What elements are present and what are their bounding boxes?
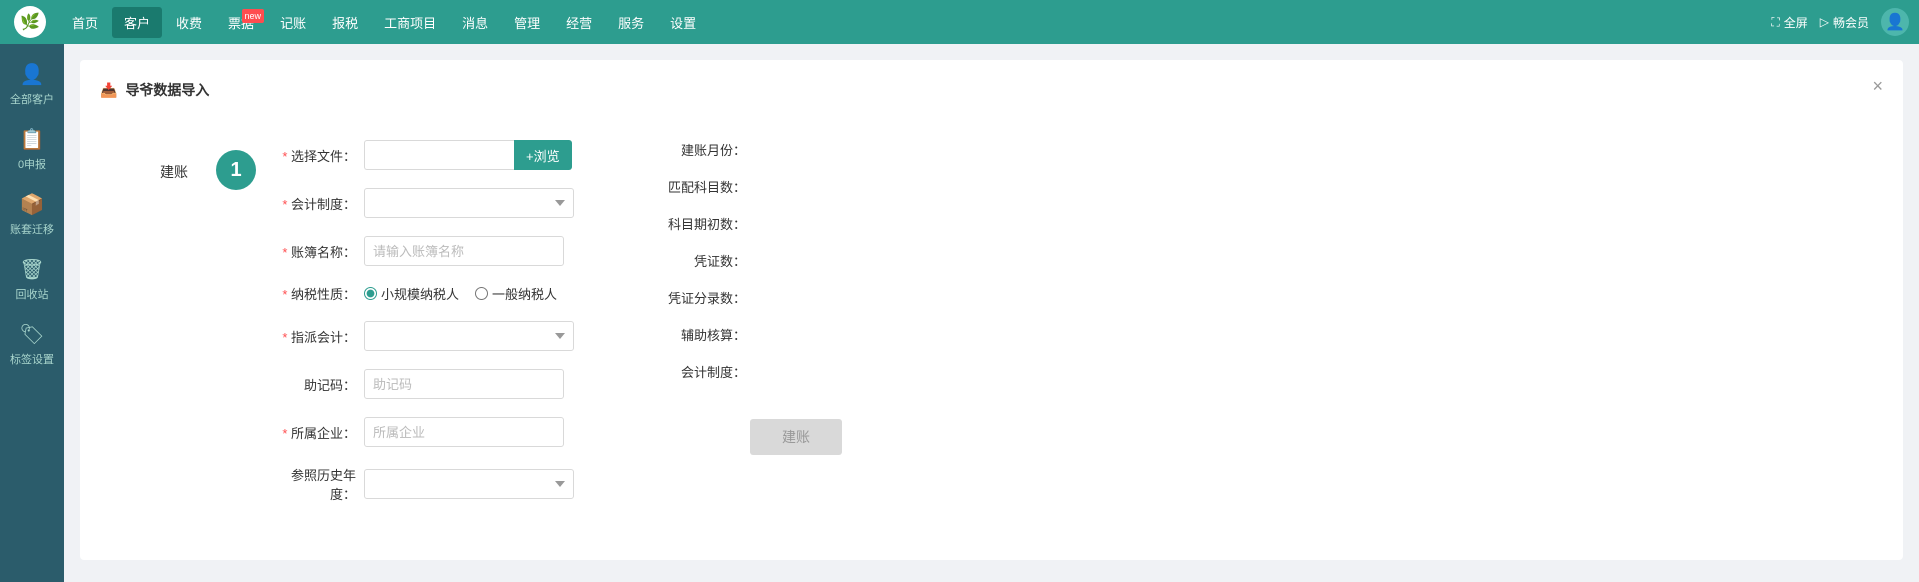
assign-row: 指派会计： [276,321,616,351]
ledger-row: 账簿名称： [276,236,616,266]
tax-general-label[interactable]: 一般纳税人 [475,284,557,303]
sidebar-item-recycle[interactable]: 🗑 回收站 [4,249,60,310]
ledger-input[interactable] [364,236,564,266]
nav-item-charge[interactable]: 收费 [164,7,214,38]
company-input[interactable] [364,417,564,447]
voucher-entries-label: 凭证分录数： [656,288,746,307]
period-row: 科目期初数： [656,214,936,233]
company-label: 所属企业： [276,423,356,442]
match-row: 匹配科目数： [656,177,936,196]
tax-small-radio[interactable] [364,287,377,300]
memo-row: 助记码： [276,369,616,399]
voucher-row: 凭证数： [656,251,936,270]
company-row: 所属企业： [276,417,616,447]
close-button[interactable]: × [1872,76,1883,97]
accounting-right-row: 会计制度： [656,362,936,381]
step-label: 建账 [160,162,188,182]
memo-input[interactable] [364,369,564,399]
nav-right: ⛶ 全屏 ▷ 畅会员 👤 [1771,8,1909,36]
form-left: 建账 1 选择文件： +浏览 会计制度： [160,140,616,503]
history-label: 参照历史年度： [276,465,356,503]
avatar[interactable]: 👤 [1881,8,1909,36]
nav-item-home[interactable]: 首页 [60,7,110,38]
new-badge: new [242,9,265,23]
migrate-icon: 📦 [20,192,45,217]
nav-item-tax[interactable]: 报税 [320,7,370,38]
nav-item-service[interactable]: 服务 [606,7,656,38]
form-fields: 选择文件： +浏览 会计制度： [276,140,616,503]
tax-row: 纳税性质： 小规模纳税人 一般纳税人 [276,284,616,303]
sidebar: 👤 全部客户 📋 0申报 📦 账套迁移 🗑 回收站 🏷 标签设置 [0,44,64,582]
history-row: 参照历史年度： [276,465,616,503]
auxiliary-label: 辅助核算： [656,325,746,344]
import-icon: 📥 [100,82,117,99]
recycle-icon: 🗑 [19,257,44,282]
file-label: 选择文件： [276,146,356,165]
nav-item-invoice[interactable]: 票据 new [216,7,266,38]
nav-item-business[interactable]: 工商项目 [372,7,448,38]
month-label: 建账月份： [656,140,746,159]
nav-item-settings[interactable]: 设置 [658,7,708,38]
sidebar-item-tags[interactable]: 🏷 标签设置 [4,314,60,375]
ledger-label: 账簿名称： [276,242,356,261]
match-label: 匹配科目数： [656,177,746,196]
nav-item-client[interactable]: 客户 [112,7,162,38]
app-logo[interactable]: 🌿 [10,2,50,42]
browse-button[interactable]: +浏览 [514,140,572,170]
nav-item-operation[interactable]: 经营 [554,7,604,38]
file-input-group: +浏览 [364,140,572,170]
assign-label: 指派会计： [276,327,356,346]
member-button[interactable]: ▷ 畅会员 [1820,14,1869,31]
sidebar-item-all-clients[interactable]: 👤 全部客户 [4,54,60,115]
tags-icon: 🏷 [19,322,44,347]
memo-label: 助记码： [276,375,356,394]
history-select[interactable] [364,469,574,499]
nav-items: 首页 客户 收费 票据 new 记账 报税 工商项目 消息 管理 经营 服务 设… [60,7,1771,38]
dialog-panel: 📥 导爷数据导入 × 建账 1 选择文件： +浏览 [80,60,1903,560]
nav-item-message[interactable]: 消息 [450,7,500,38]
file-row: 选择文件： +浏览 [276,140,616,170]
voucher-label: 凭证数： [656,251,746,270]
fullscreen-button[interactable]: ⛶ 全屏 [1771,14,1807,31]
tax-radio-group: 小规模纳税人 一般纳税人 [364,284,557,303]
accounting-row: 会计制度： [276,188,616,218]
accounting-select[interactable] [364,188,574,218]
play-icon: ▷ [1820,15,1829,29]
zero-declare-icon: 📋 [20,127,45,152]
assign-select[interactable] [364,321,574,351]
dialog-header: 📥 导爷数据导入 [100,80,1883,100]
form-right: 建账月份： 匹配科目数： 科目期初数： 凭证数： [656,140,936,503]
logo-icon: 🌿 [14,6,46,38]
tax-label: 纳税性质： [276,284,356,303]
step-circle: 1 [216,150,256,190]
voucher-entries-row: 凭证分录数： [656,288,936,307]
nav-item-bookkeeping[interactable]: 记账 [268,7,318,38]
fullscreen-icon: ⛶ [1771,15,1779,30]
month-row: 建账月份： [656,140,936,159]
main-layout: 👤 全部客户 📋 0申报 📦 账套迁移 🗑 回收站 🏷 标签设置 📥 导爷数据导… [0,44,1919,582]
form-container: 建账 1 选择文件： +浏览 会计制度： [100,120,1883,523]
accounting-right-label: 会计制度： [656,362,746,381]
sidebar-item-migrate[interactable]: 📦 账套迁移 [4,184,60,245]
all-clients-icon: 👤 [20,62,45,87]
sidebar-item-zero-declare[interactable]: 📋 0申报 [4,119,60,180]
file-input[interactable] [364,140,514,170]
tax-small-label[interactable]: 小规模纳税人 [364,284,459,303]
period-label: 科目期初数： [656,214,746,233]
auxiliary-row: 辅助核算： [656,325,936,344]
create-button[interactable]: 建账 [750,419,842,455]
main-content: 📥 导爷数据导入 × 建账 1 选择文件： +浏览 [64,44,1919,582]
tax-general-radio[interactable] [475,287,488,300]
dialog-title: 导爷数据导入 [125,80,209,100]
nav-item-manage[interactable]: 管理 [502,7,552,38]
top-navigation: 🌿 首页 客户 收费 票据 new 记账 报税 工商项目 消息 管理 经营 服务… [0,0,1919,44]
accounting-label: 会计制度： [276,194,356,213]
